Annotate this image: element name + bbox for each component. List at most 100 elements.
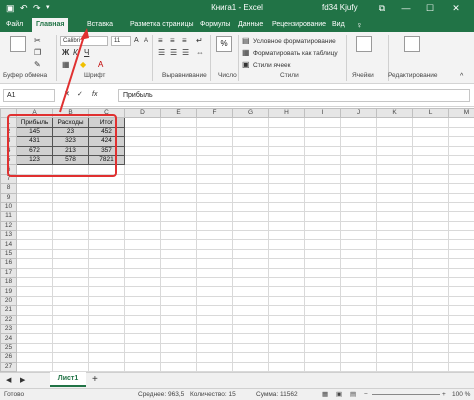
cell[interactable] [268,342,305,354]
cell[interactable] [448,248,474,260]
cut-icon[interactable]: ✂ [34,36,41,46]
enter-icon[interactable]: ✓ [77,90,83,100]
tab-data[interactable]: Данные [238,18,263,32]
cell[interactable] [268,117,305,128]
cell[interactable] [340,164,377,175]
cell[interactable] [88,239,125,250]
cell[interactable] [304,258,341,269]
select-all-corner[interactable] [0,108,17,119]
cell[interactable] [304,342,341,354]
column-header[interactable]: D [124,108,161,119]
cell[interactable] [232,164,269,175]
row-header[interactable]: 16 [0,258,17,269]
minimize-icon[interactable]: — [396,0,416,16]
cell[interactable] [412,117,449,128]
cell[interactable] [16,267,53,279]
italic-button[interactable]: К [73,48,78,58]
cell[interactable] [268,267,305,279]
cells-icon[interactable] [356,36,372,52]
grow-font-icon[interactable]: A [134,36,139,46]
cell[interactable] [88,183,125,194]
cell[interactable] [16,248,53,260]
cell[interactable] [304,305,341,316]
row-header[interactable]: 15 [0,248,17,260]
tab-formulas[interactable]: Формулы [200,18,230,32]
cell[interactable] [412,239,449,250]
cell[interactable] [412,314,449,326]
cell[interactable] [88,201,125,213]
row-header[interactable]: 26 [0,352,17,363]
worksheet-grid[interactable]: A B C D E F G H I J K L M 1 Прибыль Расходы Итог 2 145 23 45… [0,108,474,372]
row-header[interactable]: 5 [0,154,17,166]
cell[interactable] [448,173,474,185]
conditional-format-icon[interactable]: ▤ [242,36,250,46]
cell[interactable] [412,352,449,363]
cell[interactable] [88,361,125,372]
cell[interactable] [268,126,305,138]
column-header[interactable]: A [16,108,53,119]
cell[interactable] [376,352,413,363]
cell[interactable] [412,323,449,335]
cell[interactable] [196,183,233,194]
cell[interactable] [376,192,413,203]
cell[interactable] [196,267,233,279]
cell[interactable] [304,145,341,156]
row-header[interactable]: 11 [0,211,17,222]
cell[interactable]: 145 [16,126,53,138]
cell[interactable] [340,145,377,156]
cell[interactable] [376,333,413,344]
cell[interactable] [232,267,269,279]
cell[interactable] [448,192,474,203]
format-painter-icon[interactable]: ✎ [34,60,41,70]
cell[interactable] [412,267,449,279]
cell[interactable] [448,126,474,138]
cell[interactable] [124,342,161,354]
cell[interactable] [232,173,269,185]
prev-sheet-icon[interactable]: ◀ [6,376,11,386]
cell[interactable]: 672 [16,145,53,156]
cell[interactable] [52,295,89,307]
cell[interactable] [160,230,197,241]
cell[interactable] [304,352,341,363]
cell[interactable] [340,267,377,279]
cell[interactable] [268,258,305,269]
sheet-tab-list1[interactable]: Лист1 [50,372,86,387]
cell[interactable] [196,154,233,166]
cell[interactable] [268,333,305,344]
row-header[interactable]: 23 [0,323,17,335]
cell[interactable] [52,258,89,269]
cell[interactable] [124,230,161,241]
cell[interactable] [232,126,269,138]
cell[interactable] [196,192,233,203]
cell[interactable] [232,183,269,194]
cell[interactable] [412,145,449,156]
underline-button[interactable]: Ч [84,48,89,58]
cell[interactable] [232,239,269,250]
cell[interactable] [412,211,449,222]
cell[interactable] [232,286,269,297]
cell[interactable] [196,173,233,185]
cancel-icon[interactable]: ✕ [64,90,70,100]
cell[interactable] [448,201,474,213]
cell[interactable] [340,126,377,138]
formula-input[interactable]: Прибыль [118,89,470,102]
cell[interactable] [52,314,89,326]
cell[interactable]: 424 [88,136,125,147]
cell[interactable] [412,361,449,372]
cell[interactable] [232,277,269,288]
cell[interactable] [88,192,125,203]
next-sheet-icon[interactable]: ▶ [20,376,25,386]
collapse-ribbon-icon[interactable]: ^ [460,72,463,82]
font-size-select[interactable]: 11 [111,36,131,46]
cell[interactable] [160,333,197,344]
cell[interactable] [232,323,269,335]
cell[interactable] [88,277,125,288]
cell[interactable] [340,342,377,354]
row-header[interactable]: 25 [0,342,17,354]
cell[interactable] [124,173,161,185]
cell[interactable] [88,286,125,297]
cell[interactable] [268,248,305,260]
cell[interactable] [160,277,197,288]
cell[interactable] [196,211,233,222]
cell[interactable] [376,145,413,156]
